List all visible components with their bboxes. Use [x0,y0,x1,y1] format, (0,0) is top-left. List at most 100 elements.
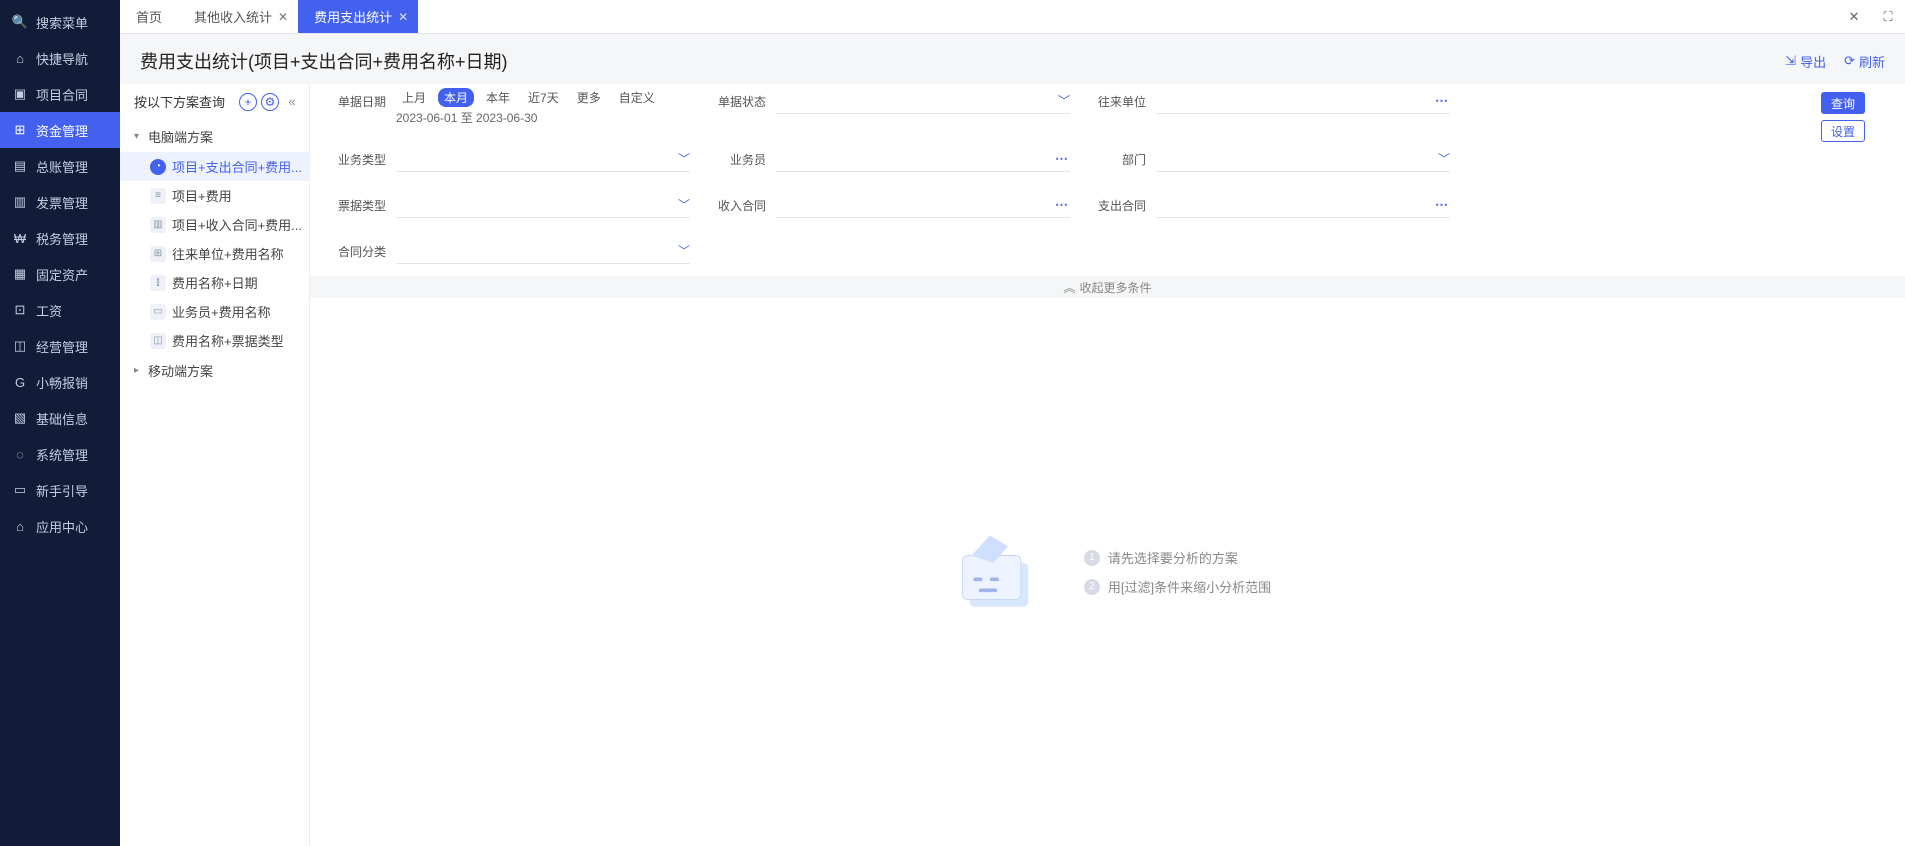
add-scheme-button[interactable]: + [239,93,257,111]
export-icon: ⇲ [1785,53,1796,69]
date-tab-本年[interactable]: 本年 [480,88,516,107]
scheme-item[interactable]: ▥项目+收入合同+费用... [120,210,309,239]
chevron-up-icon: ︽ [1063,279,1075,296]
tab-其他收入统计[interactable]: 其他收入统计 ✕ [178,0,298,33]
scheme-panel: 按以下方案查询 + ⚙ « ▾电脑端方案◔项目+支出合同+费用...≡项目+费用… [120,84,310,846]
scheme-item-label: 项目+收入合同+费用... [172,215,302,234]
tab-label: 其他收入统计 [194,7,272,26]
sidebar-item-guide[interactable]: ▭新手引导 [0,472,120,508]
refresh-button[interactable]: ⟳ 刷新 [1844,52,1885,71]
scheme-item-icon: ◫ [150,333,166,349]
caret-icon: ▾ [134,131,142,142]
date-tab-近7天[interactable]: 近7天 [522,88,565,107]
scheme-item-label: 往来单位+费用名称 [172,244,284,263]
scheme-item-label: 业务员+费用名称 [172,302,271,321]
collapse-filters-button[interactable]: ︽ 收起更多条件 [310,276,1905,298]
tabs-spacer [418,0,1837,33]
sidebar-item-operation[interactable]: ◫经营管理 [0,328,120,364]
main: 首页其他收入统计✕费用支出统计✕ ✕ ⛶ 费用支出统计(项目+支出合同+费用名称… [120,0,1905,846]
tabs-bar: 首页其他收入统计✕费用支出统计✕ ✕ ⛶ [120,0,1905,34]
scheme-item[interactable]: ⊞ 往来单位+费用名称 [120,239,309,268]
sidebar-item-system[interactable]: ◌系统管理 [0,436,120,472]
date-tab-本月[interactable]: 本月 [438,88,474,107]
close-all-tabs-button[interactable]: ✕ [1837,0,1871,33]
empty-step-2-text: 用[过滤]条件来缩小分析范围 [1108,577,1271,596]
scheme-item[interactable]: ◔项目+支出合同+费用... [120,152,309,181]
collapse-scheme-button[interactable]: « [283,93,301,111]
sidebar-item-ledger-icon: ▤ [12,158,28,174]
query-button[interactable]: 查询 [1821,92,1865,114]
scheme-group-label: 电脑端方案 [148,127,213,146]
filter-partner: 往来单位⋯ [1090,88,1450,126]
tab-label: 首页 [136,7,162,26]
scheme-item-icon: ◔ [150,159,166,175]
sidebar-item-quicknav[interactable]: ⌂快捷导航 [0,40,120,76]
scheme-item[interactable]: ⫾费用名称+日期 [120,268,309,297]
sidebar-item-reimburse-label: 小畅报销 [36,373,88,392]
filter-select[interactable]: ﹀ [396,238,690,264]
sidebar-item-fund-label: 资金管理 [36,121,88,140]
fullscreen-button[interactable]: ⛶ [1871,0,1905,33]
sidebar-item-tax-icon: ₩ [12,230,28,246]
scheme-item-icon: ⊞ [150,246,166,262]
filter-select[interactable]: ⋯ [1156,88,1450,114]
export-label: 导出 [1800,52,1826,71]
sidebar-item-system-icon: ◌ [12,446,28,462]
sidebar-item-fund[interactable]: ⊞ 资金管理 [0,112,120,148]
sidebar-item-baseinfo-icon: ▧ [12,410,28,426]
scheme-item[interactable]: ◫费用名称+票据类型 [120,326,309,355]
page-title: 费用支出统计(项目+支出合同+费用名称+日期) [140,48,508,74]
sidebar-item-ledger-label: 总账管理 [36,157,88,176]
sidebar-item-salary-label: 工资 [36,301,62,320]
scheme-item[interactable]: ▭ 业务员+费用名称 [120,297,309,326]
filter-label: 合同分类 [330,238,386,260]
sidebar-item-reimburse-icon: G [12,374,28,390]
date-tab-上月[interactable]: 上月 [396,88,432,107]
scheme-item-icon: ⫾ [150,275,166,291]
date-tab-更多[interactable]: 更多 [571,88,607,107]
sidebar-item-salary[interactable]: ⊡工资 [0,292,120,328]
sidebar-item-reimburse[interactable]: G 小畅报销 [0,364,120,400]
scheme-item-icon: ▭ [150,304,166,320]
filter-billtype: 票据类型﹀ [330,192,690,218]
tab-close-icon[interactable]: ✕ [398,10,408,24]
sidebar-item-appcenter-icon: ⌂ [12,518,28,534]
scheme-group-电脑端方案[interactable]: ▾ 电脑端方案 [120,121,309,152]
scheme-group-移动端方案[interactable]: ▸移动端方案 [120,355,309,386]
sidebar-item-baseinfo[interactable]: ▧基础信息 [0,400,120,436]
sidebar-item-guide-label: 新手引导 [36,481,88,500]
settings-button[interactable]: 设置 [1821,120,1865,142]
sidebar-item-fund-icon: ⊞ [12,122,28,138]
tab-首页[interactable]: 首页 [120,0,178,33]
filter-select[interactable]: ﹀ [1156,146,1450,172]
filter-department: 部门﹀ [1090,146,1450,172]
scheme-settings-button[interactable]: ⚙ [261,93,279,111]
sidebar-item-search[interactable]: 🔍搜索菜单 [0,4,120,40]
scheme-item[interactable]: ≡项目+费用 [120,181,309,210]
chevron-down-icon: ﹀ [678,150,690,167]
sidebar-item-ledger[interactable]: ▤ 总账管理 [0,148,120,184]
sidebar-item-appcenter-label: 应用中心 [36,517,88,536]
filter-select[interactable]: ⋯ [776,192,1070,218]
chevron-down-icon: ﹀ [678,196,690,213]
tab-费用支出统计[interactable]: 费用支出统计✕ [298,0,418,33]
filter-select[interactable]: ⋯ [776,146,1070,172]
sidebar-item-tax[interactable]: ₩税务管理 [0,220,120,256]
filter-status: 单据状态 ﹀ [710,88,1070,126]
date-tabs: 上月本月本年近7天更多自定义 [396,88,690,107]
filter-select[interactable]: ﹀ [776,88,1070,114]
filter-select[interactable]: ﹀ [396,146,690,172]
chevron-down-icon: ﹀ [678,242,690,259]
sidebar-item-invoice[interactable]: ▥发票管理 [0,184,120,220]
export-button[interactable]: ⇲ 导出 [1785,52,1826,71]
header-actions: ⇲ 导出 ⟳ 刷新 [1785,52,1885,71]
filter-select[interactable]: ⋯ [1156,192,1450,218]
filter-select[interactable]: ﹀ [396,192,690,218]
body: 按以下方案查询 + ⚙ « ▾电脑端方案◔项目+支出合同+费用...≡项目+费用… [120,84,1905,846]
sidebar-item-project[interactable]: ▣项目合同 [0,76,120,112]
date-tab-自定义[interactable]: 自定义 [613,88,661,107]
sidebar-item-assets[interactable]: ▦固定资产 [0,256,120,292]
tab-close-icon[interactable]: ✕ [278,10,288,24]
sidebar-item-appcenter[interactable]: ⌂ 应用中心 [0,508,120,544]
filter-label: 单据状态 [710,88,766,110]
